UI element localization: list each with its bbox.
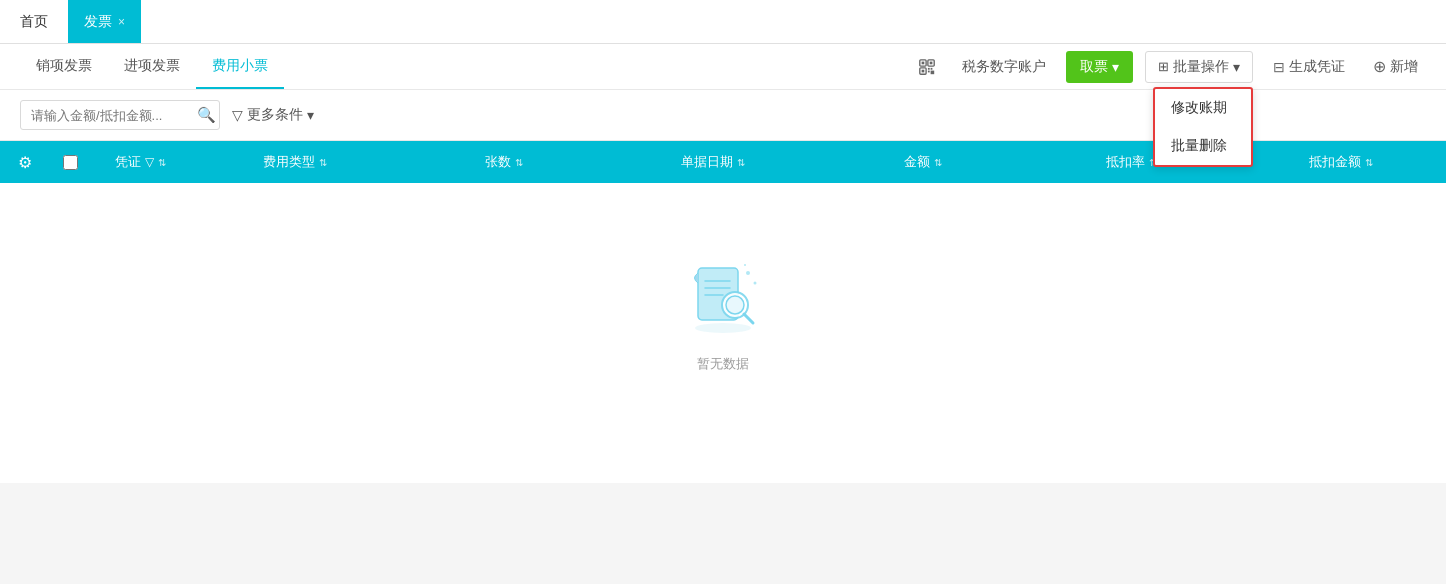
th-voucher-label: 凭证	[115, 153, 141, 171]
th-count[interactable]: 张数 ⇅	[399, 141, 608, 183]
add-icon: ⊕	[1373, 57, 1386, 76]
tax-account-label: 税务数字账户	[962, 58, 1046, 76]
th-date-sort-icon: ⇅	[737, 157, 745, 168]
th-voucher[interactable]: 凭证 ▽ ⇅	[90, 141, 190, 183]
th-expense-type[interactable]: 费用类型 ⇅	[190, 141, 399, 183]
svg-rect-3	[930, 61, 933, 64]
batch-op-dropdown: 修改账期 批量删除	[1153, 87, 1253, 167]
th-settings[interactable]: ⚙	[0, 141, 50, 183]
th-expense-type-sort-icon: ⇅	[319, 157, 327, 168]
batch-op-arrow-icon: ▾	[1233, 59, 1240, 75]
generate-voucher-button[interactable]: ⊟ 生成凭证	[1265, 52, 1353, 82]
svg-point-21	[744, 264, 746, 266]
tab-purchase-invoice[interactable]: 进项发票	[108, 44, 196, 89]
more-filter-button[interactable]: ▽ 更多条件 ▾	[232, 106, 314, 124]
svg-point-19	[746, 271, 750, 275]
svg-line-18	[744, 314, 753, 323]
get-invoice-arrow-icon: ▾	[1112, 59, 1119, 75]
search-icon[interactable]: 🔍	[197, 106, 216, 124]
th-expense-type-label: 费用类型	[263, 153, 315, 171]
batch-icon: ⊞	[1158, 59, 1169, 74]
svg-point-10	[695, 323, 751, 333]
th-checkbox[interactable]	[50, 141, 90, 183]
more-filter-label: 更多条件	[247, 106, 303, 124]
batch-op-button[interactable]: ⊞ 批量操作 ▾	[1145, 51, 1253, 83]
th-amount[interactable]: 金额 ⇅	[818, 141, 1027, 183]
table-body: 暂无数据	[0, 183, 1446, 483]
svg-rect-6	[928, 67, 930, 69]
settings-icon: ⚙	[18, 153, 32, 172]
invoice-tab-close[interactable]: ×	[118, 15, 125, 29]
empty-text: 暂无数据	[697, 355, 749, 373]
th-count-label: 张数	[485, 153, 511, 171]
th-date[interactable]: 单据日期 ⇅	[609, 141, 818, 183]
th-date-label: 单据日期	[681, 153, 733, 171]
top-nav: 首页 发票 ×	[0, 0, 1446, 44]
get-invoice-button[interactable]: 取票 ▾	[1066, 51, 1133, 83]
batch-op-container: ⊞ 批量操作 ▾ 修改账期 批量删除	[1145, 51, 1253, 83]
dropdown-item-modify-period[interactable]: 修改账期	[1155, 89, 1251, 127]
add-button[interactable]: ⊕ 新增	[1365, 51, 1426, 82]
more-filter-arrow-icon: ▾	[307, 107, 314, 123]
th-deduct-rate-label: 抵扣率	[1106, 153, 1145, 171]
search-input[interactable]	[31, 108, 191, 123]
qr-button[interactable]	[912, 52, 942, 82]
svg-rect-1	[922, 61, 925, 64]
svg-rect-8	[928, 70, 930, 72]
empty-illustration	[673, 243, 773, 343]
dropdown-item-batch-delete[interactable]: 批量删除	[1155, 127, 1251, 165]
th-voucher-sort-icon: ⇅	[158, 157, 166, 168]
home-tab[interactable]: 首页	[0, 0, 68, 43]
tab-sales-invoice[interactable]: 销项发票	[20, 44, 108, 89]
svg-rect-7	[931, 67, 933, 69]
svg-point-20	[754, 282, 757, 285]
th-amount-sort-icon: ⇅	[934, 157, 942, 168]
filter-icon: ▽	[232, 107, 243, 123]
tab-expense-receipt[interactable]: 费用小票	[196, 44, 284, 89]
svg-rect-9	[931, 70, 935, 74]
th-deduct-amount-sort-icon: ⇅	[1365, 157, 1373, 168]
sub-nav: 销项发票 进项发票 费用小票 税务数字账户 取票	[0, 44, 1446, 90]
qr-icon	[918, 58, 936, 76]
sub-nav-left: 销项发票 进项发票 费用小票	[20, 44, 284, 89]
search-wrap: 🔍	[20, 100, 220, 130]
svg-rect-5	[922, 69, 925, 72]
th-deduct-amount[interactable]: 抵扣金额 ⇅	[1237, 141, 1446, 183]
tax-account-button[interactable]: 税务数字账户	[954, 52, 1054, 82]
th-voucher-filter-icon: ▽	[145, 155, 154, 169]
get-invoice-label: 取票	[1080, 58, 1108, 76]
th-amount-label: 金额	[904, 153, 930, 171]
select-all-checkbox[interactable]	[63, 155, 78, 170]
th-count-sort-icon: ⇅	[515, 157, 523, 168]
generate-voucher-label: 生成凭证	[1289, 58, 1345, 76]
svg-point-17	[726, 296, 744, 314]
add-label: 新增	[1390, 58, 1418, 76]
empty-state: 暂无数据	[0, 183, 1446, 433]
batch-op-label: 批量操作	[1173, 58, 1229, 76]
th-deduct-amount-label: 抵扣金额	[1309, 153, 1361, 171]
invoice-tab[interactable]: 发票 ×	[68, 0, 141, 43]
sub-nav-right: 税务数字账户 取票 ▾ ⊞ 批量操作 ▾ 修改账期 批量删除 ⊟ 生成凭证	[912, 51, 1426, 83]
generate-voucher-icon: ⊟	[1273, 59, 1285, 75]
invoice-tab-label: 发票	[84, 13, 112, 31]
